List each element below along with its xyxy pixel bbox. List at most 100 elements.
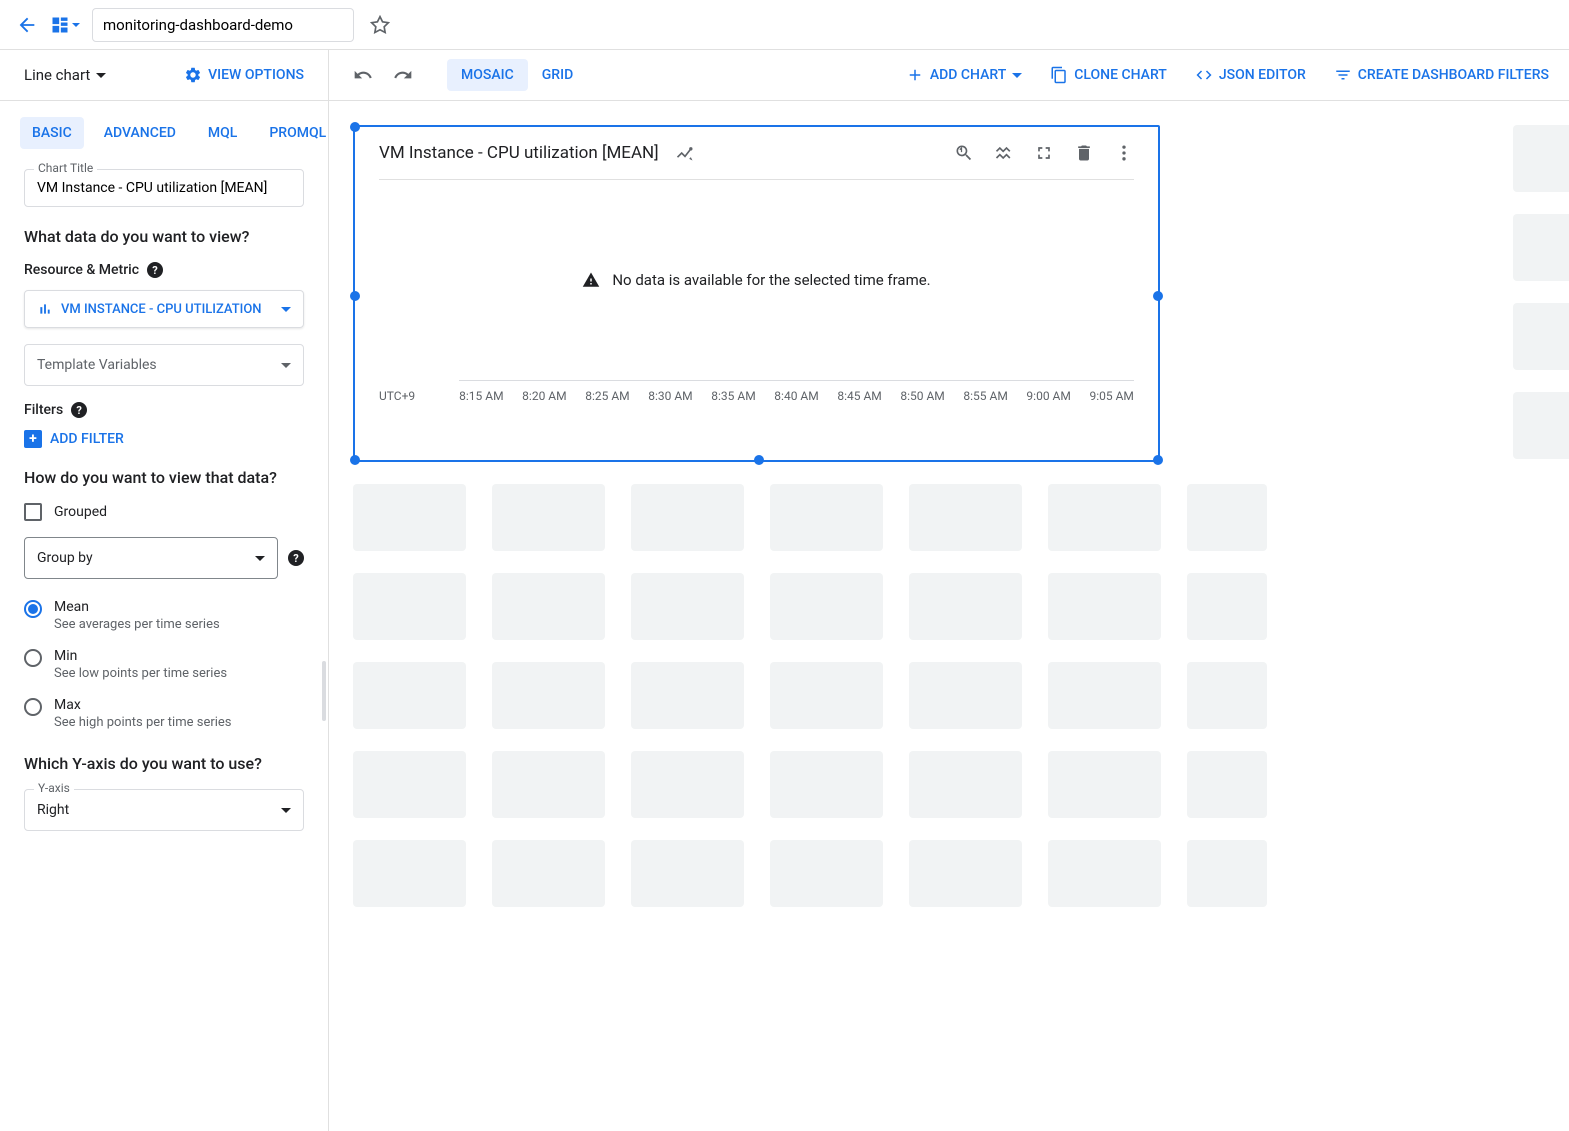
filters-label: Filters <box>24 402 63 418</box>
grouped-checkbox[interactable] <box>24 503 42 521</box>
placeholder-tile <box>492 484 605 551</box>
warning-icon <box>582 271 600 289</box>
metric-chip-label: VM INSTANCE - CPU UTILIZATION <box>61 302 273 317</box>
json-editor-button[interactable]: JSON EDITOR <box>1195 66 1306 84</box>
placeholder-tile <box>1513 303 1569 370</box>
data-section-heading: What data do you want to view? <box>24 227 304 246</box>
min-desc: See low points per time series <box>54 666 227 681</box>
group-by-select[interactable]: Group by <box>24 537 278 579</box>
axis-timezone: UTC+9 <box>379 389 415 403</box>
template-variables-select[interactable]: Template Variables <box>24 344 304 386</box>
placeholder-tile <box>770 573 883 640</box>
placeholder-tile <box>1187 573 1267 640</box>
reset-zoom-icon[interactable] <box>954 143 974 163</box>
layout-tab-mosaic[interactable]: MOSAIC <box>447 59 528 91</box>
axis-ticks: 8:15 AM 8:20 AM 8:25 AM 8:30 AM 8:35 AM … <box>459 380 1134 403</box>
placeholder-tile <box>909 840 1022 907</box>
chart-card[interactable]: VM Instance - CPU utilization [MEAN] No … <box>353 125 1160 462</box>
placeholder-tile <box>353 840 466 907</box>
axis-tick: 8:35 AM <box>711 389 755 403</box>
config-tab-promql[interactable]: PROMQL <box>257 117 329 149</box>
yaxis-field-label: Y-axis <box>34 781 74 795</box>
yaxis-section-heading: Which Y-axis do you want to use? <box>24 754 304 773</box>
redo-icon[interactable] <box>389 61 417 89</box>
placeholder-tile <box>909 484 1022 551</box>
placeholder-tile <box>353 662 466 729</box>
dashboard-type-icon[interactable] <box>50 15 80 35</box>
chart-type-label: Line chart <box>24 66 90 84</box>
placeholder-tile <box>492 840 605 907</box>
aggregation-min-radio[interactable] <box>24 649 42 667</box>
placeholder-tile <box>492 751 605 818</box>
axis-tick: 8:40 AM <box>774 389 818 403</box>
view-section-heading: How do you want to view that data? <box>24 468 304 487</box>
add-chart-button[interactable]: ADD CHART <box>906 66 1022 84</box>
placeholder-tile <box>631 751 744 818</box>
placeholder-tile <box>770 484 883 551</box>
grouped-label: Grouped <box>54 504 107 520</box>
yaxis-value: Right <box>37 802 69 818</box>
axis-tick: 8:25 AM <box>585 389 629 403</box>
axis-tick: 8:55 AM <box>963 389 1007 403</box>
fullscreen-icon[interactable] <box>1034 143 1054 163</box>
view-options-label: VIEW OPTIONS <box>208 67 304 83</box>
dashboard-name-input[interactable] <box>92 8 354 42</box>
placeholder-tile <box>909 662 1022 729</box>
config-tab-basic[interactable]: BASIC <box>20 117 84 149</box>
config-tab-mql[interactable]: MQL <box>196 117 249 149</box>
placeholder-tile <box>770 662 883 729</box>
axis-tick: 8:20 AM <box>522 389 566 403</box>
view-options-button[interactable]: VIEW OPTIONS <box>184 66 304 84</box>
axis-tick: 9:05 AM <box>1089 389 1133 403</box>
json-editor-label: JSON EDITOR <box>1219 67 1306 83</box>
scrollbar[interactable] <box>322 661 326 721</box>
min-label: Min <box>54 648 227 664</box>
clone-chart-button[interactable]: CLONE CHART <box>1050 66 1167 84</box>
aggregation-max-radio[interactable] <box>24 698 42 716</box>
placeholder-tile <box>353 484 466 551</box>
placeholder-tile <box>353 751 466 818</box>
star-icon[interactable] <box>370 15 390 35</box>
aggregation-mean-radio[interactable] <box>24 600 42 618</box>
placeholder-tile <box>1513 125 1569 192</box>
max-desc: See high points per time series <box>54 715 232 730</box>
create-filters-button[interactable]: CREATE DASHBOARD FILTERS <box>1334 66 1549 84</box>
chart-card-title: VM Instance - CPU utilization [MEAN] <box>379 143 659 163</box>
help-icon[interactable]: ? <box>147 262 163 278</box>
resize-handle-se[interactable] <box>1153 455 1163 465</box>
axis-tick: 8:45 AM <box>837 389 881 403</box>
placeholder-tile <box>492 573 605 640</box>
placeholder-tile <box>770 751 883 818</box>
delete-icon[interactable] <box>1074 143 1094 163</box>
help-icon[interactable]: ? <box>71 402 87 418</box>
chart-line-icon[interactable] <box>675 143 695 163</box>
placeholder-tile <box>1187 484 1267 551</box>
back-arrow-icon[interactable] <box>16 14 38 36</box>
legend-icon[interactable] <box>994 143 1014 163</box>
mean-desc: See averages per time series <box>54 617 220 632</box>
undo-icon[interactable] <box>349 61 377 89</box>
more-menu-icon[interactable] <box>1114 143 1134 163</box>
metric-selector[interactable]: VM INSTANCE - CPU UTILIZATION <box>24 290 304 328</box>
resize-handle-nw[interactable] <box>350 122 360 132</box>
add-filter-button[interactable]: + ADD FILTER <box>24 430 304 448</box>
chart-title-field-label: Chart Title <box>34 161 97 175</box>
placeholder-tile <box>1513 392 1569 459</box>
resize-handle-s[interactable] <box>754 455 764 465</box>
chart-type-selector[interactable]: Line chart <box>24 66 106 84</box>
no-data-message: No data is available for the selected ti… <box>612 271 930 289</box>
resource-metric-label: Resource & Metric <box>24 262 139 278</box>
help-icon[interactable]: ? <box>288 550 304 566</box>
placeholder-tile <box>1187 840 1267 907</box>
placeholder-tile <box>1048 573 1161 640</box>
create-filters-label: CREATE DASHBOARD FILTERS <box>1358 67 1549 83</box>
placeholder-tile <box>1048 840 1161 907</box>
axis-tick: 8:30 AM <box>648 389 692 403</box>
placeholder-tile <box>631 573 744 640</box>
resize-handle-sw[interactable] <box>350 455 360 465</box>
yaxis-select[interactable]: Right <box>24 789 304 831</box>
group-by-label: Group by <box>37 550 93 566</box>
mean-label: Mean <box>54 599 220 615</box>
layout-tab-grid[interactable]: GRID <box>528 59 587 91</box>
config-tab-advanced[interactable]: ADVANCED <box>92 117 188 149</box>
